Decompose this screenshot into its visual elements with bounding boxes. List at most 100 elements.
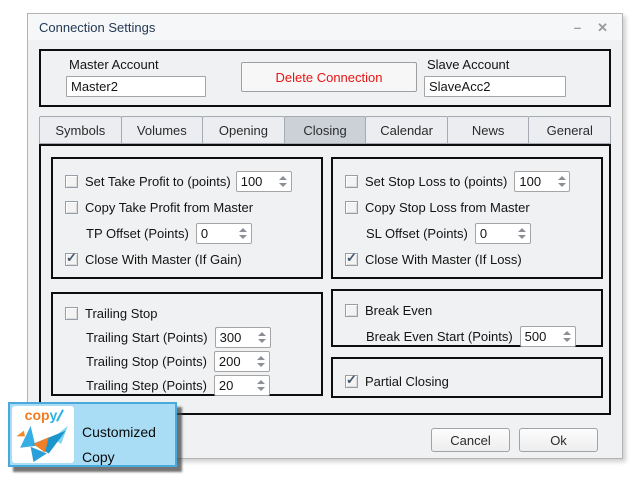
sl-offset-label: SL Offset (Points) (366, 225, 468, 241)
titlebar: Connection Settings – ✕ (28, 14, 622, 40)
trailing-stop-group: Trailing Stop Trailing Start (Points) 30… (51, 292, 323, 396)
minimize-icon[interactable]: – (574, 21, 581, 34)
copy-logo: copy (12, 406, 74, 463)
trailing-start-row: Trailing Start (Points) 300 (86, 325, 321, 349)
trailing-start-spinner[interactable]: 300 (214, 326, 271, 348)
window-controls: – ✕ (574, 21, 622, 34)
set-stop-loss-checkbox[interactable] (345, 174, 358, 188)
trailing-stop-points-label: Trailing Stop (Points) (86, 353, 207, 369)
master-account-label: Master Account (69, 57, 159, 72)
badge-caption: Customized Copy (82, 420, 156, 470)
trailing-step-label: Trailing Step (Points) (86, 377, 207, 393)
logo-slash-icon (56, 409, 65, 422)
sl-offset-value[interactable]: 0 (476, 226, 515, 241)
take-profit-group: Set Take Profit to (points) 100 Copy Tak… (51, 157, 323, 279)
trailing-start-value[interactable]: 300 (216, 330, 255, 345)
sl-offset-spinner[interactable]: 0 (474, 222, 531, 244)
spinner-arrows-icon[interactable] (255, 328, 270, 347)
delete-connection-button[interactable]: Delete Connection (241, 62, 417, 92)
badge-caption-line1: Customized (82, 424, 156, 440)
partial-closing-checkbox[interactable] (345, 372, 358, 388)
stop-loss-spinner[interactable]: 100 (514, 170, 571, 192)
take-profit-spinner[interactable]: 100 (235, 170, 292, 192)
trailing-step-spinner[interactable]: 20 (213, 374, 270, 396)
tab-opening[interactable]: Opening (202, 116, 285, 144)
set-take-profit-row: Set Take Profit to (points) 100 (65, 168, 321, 194)
break-even-group: Break Even Break Even Start (Points) 500 (331, 289, 603, 347)
break-even-label: Break Even (365, 302, 433, 318)
close-with-master-loss-label: Close With Master (If Loss) (365, 251, 522, 267)
spinner-arrows-icon[interactable] (254, 376, 269, 395)
branding-badge: copy Customized Copy (8, 402, 177, 467)
close-with-master-gain-row: Close With Master (If Gain) (65, 246, 321, 272)
slave-account-input[interactable] (424, 76, 566, 97)
trailing-stop-points-spinner[interactable]: 200 (213, 350, 270, 372)
dialog-footer: Cancel Ok (431, 428, 598, 452)
copy-wordmark-orange: cop (24, 407, 50, 423)
trailing-stop-label: Trailing Stop (85, 305, 158, 321)
tab-calendar[interactable]: Calendar (365, 116, 448, 144)
origami-crane-icon (16, 425, 68, 463)
break-even-start-row: Break Even Start (Points) 500 (366, 323, 601, 349)
set-take-profit-checkbox[interactable] (65, 174, 78, 188)
tp-offset-label: TP Offset (Points) (86, 225, 189, 241)
break-even-row: Break Even (345, 297, 601, 323)
partial-closing-row: Partial Closing (345, 368, 601, 394)
spinner-arrows-icon[interactable] (515, 224, 530, 243)
tab-symbols[interactable]: Symbols (39, 116, 122, 144)
closing-panel: Set Take Profit to (points) 100 Copy Tak… (39, 144, 611, 415)
partial-closing-label: Partial Closing (365, 373, 449, 389)
tab-closing[interactable]: Closing (283, 116, 367, 144)
tp-offset-spinner[interactable]: 0 (195, 222, 252, 244)
tab-general[interactable]: General (528, 116, 612, 144)
break-even-start-label: Break Even Start (Points) (366, 328, 513, 344)
tab-bar: Symbols Volumes Opening Closing Calendar… (39, 116, 612, 144)
spinner-arrows-icon[interactable] (254, 352, 269, 371)
trailing-stop-points-value[interactable]: 200 (215, 354, 254, 369)
copy-take-profit-row: Copy Take Profit from Master (65, 194, 321, 220)
set-stop-loss-row: Set Stop Loss to (points) 100 (345, 168, 601, 194)
copy-take-profit-checkbox[interactable] (65, 200, 78, 214)
tab-volumes[interactable]: Volumes (120, 116, 204, 144)
close-with-master-loss-row: Close With Master (If Loss) (345, 246, 601, 272)
accounts-box: Master Account Delete Connection Slave A… (39, 49, 611, 107)
spinner-arrows-icon[interactable] (554, 172, 569, 191)
sl-offset-row: SL Offset (Points) 0 (366, 220, 601, 246)
trailing-step-row: Trailing Step (Points) 20 (86, 373, 321, 397)
window-title: Connection Settings (39, 19, 156, 35)
stop-loss-value[interactable]: 100 (515, 174, 554, 189)
set-take-profit-label: Set Take Profit to (points) (85, 173, 231, 189)
close-with-master-gain-label: Close With Master (If Gain) (85, 251, 242, 267)
break-even-start-spinner[interactable]: 500 (519, 325, 576, 347)
trailing-stop-points-row: Trailing Stop (Points) 200 (86, 349, 321, 373)
cancel-button[interactable]: Cancel (431, 428, 510, 452)
close-with-master-loss-checkbox[interactable] (345, 250, 358, 266)
slave-account-label: Slave Account (427, 57, 510, 72)
trailing-stop-checkbox[interactable] (65, 306, 78, 320)
partial-closing-group: Partial Closing (331, 357, 603, 398)
break-even-checkbox[interactable] (345, 303, 358, 317)
spinner-arrows-icon[interactable] (276, 172, 291, 191)
trailing-start-label: Trailing Start (Points) (86, 329, 208, 345)
close-with-master-gain-checkbox[interactable] (65, 250, 78, 266)
trailing-stop-row: Trailing Stop (65, 301, 321, 325)
copy-wordmark: copy (24, 407, 65, 423)
copy-take-profit-label: Copy Take Profit from Master (85, 199, 254, 215)
master-account-input[interactable] (66, 76, 206, 97)
trailing-step-value[interactable]: 20 (215, 378, 254, 393)
copy-stop-loss-checkbox[interactable] (345, 200, 358, 214)
copy-stop-loss-row: Copy Stop Loss from Master (345, 194, 601, 220)
tab-news[interactable]: News (446, 116, 530, 144)
close-icon[interactable]: ✕ (597, 21, 608, 34)
break-even-start-value[interactable]: 500 (521, 329, 560, 344)
tp-offset-value[interactable]: 0 (197, 226, 236, 241)
spinner-arrows-icon[interactable] (560, 327, 575, 346)
ok-button[interactable]: Ok (519, 428, 598, 452)
tp-offset-row: TP Offset (Points) 0 (86, 220, 321, 246)
spinner-arrows-icon[interactable] (236, 224, 251, 243)
badge-caption-line2: Copy (82, 449, 115, 465)
copy-stop-loss-label: Copy Stop Loss from Master (365, 199, 530, 215)
take-profit-value[interactable]: 100 (237, 174, 276, 189)
stop-loss-group: Set Stop Loss to (points) 100 Copy Stop … (331, 157, 603, 279)
connection-settings-dialog: Connection Settings – ✕ Master Account D… (27, 13, 623, 459)
